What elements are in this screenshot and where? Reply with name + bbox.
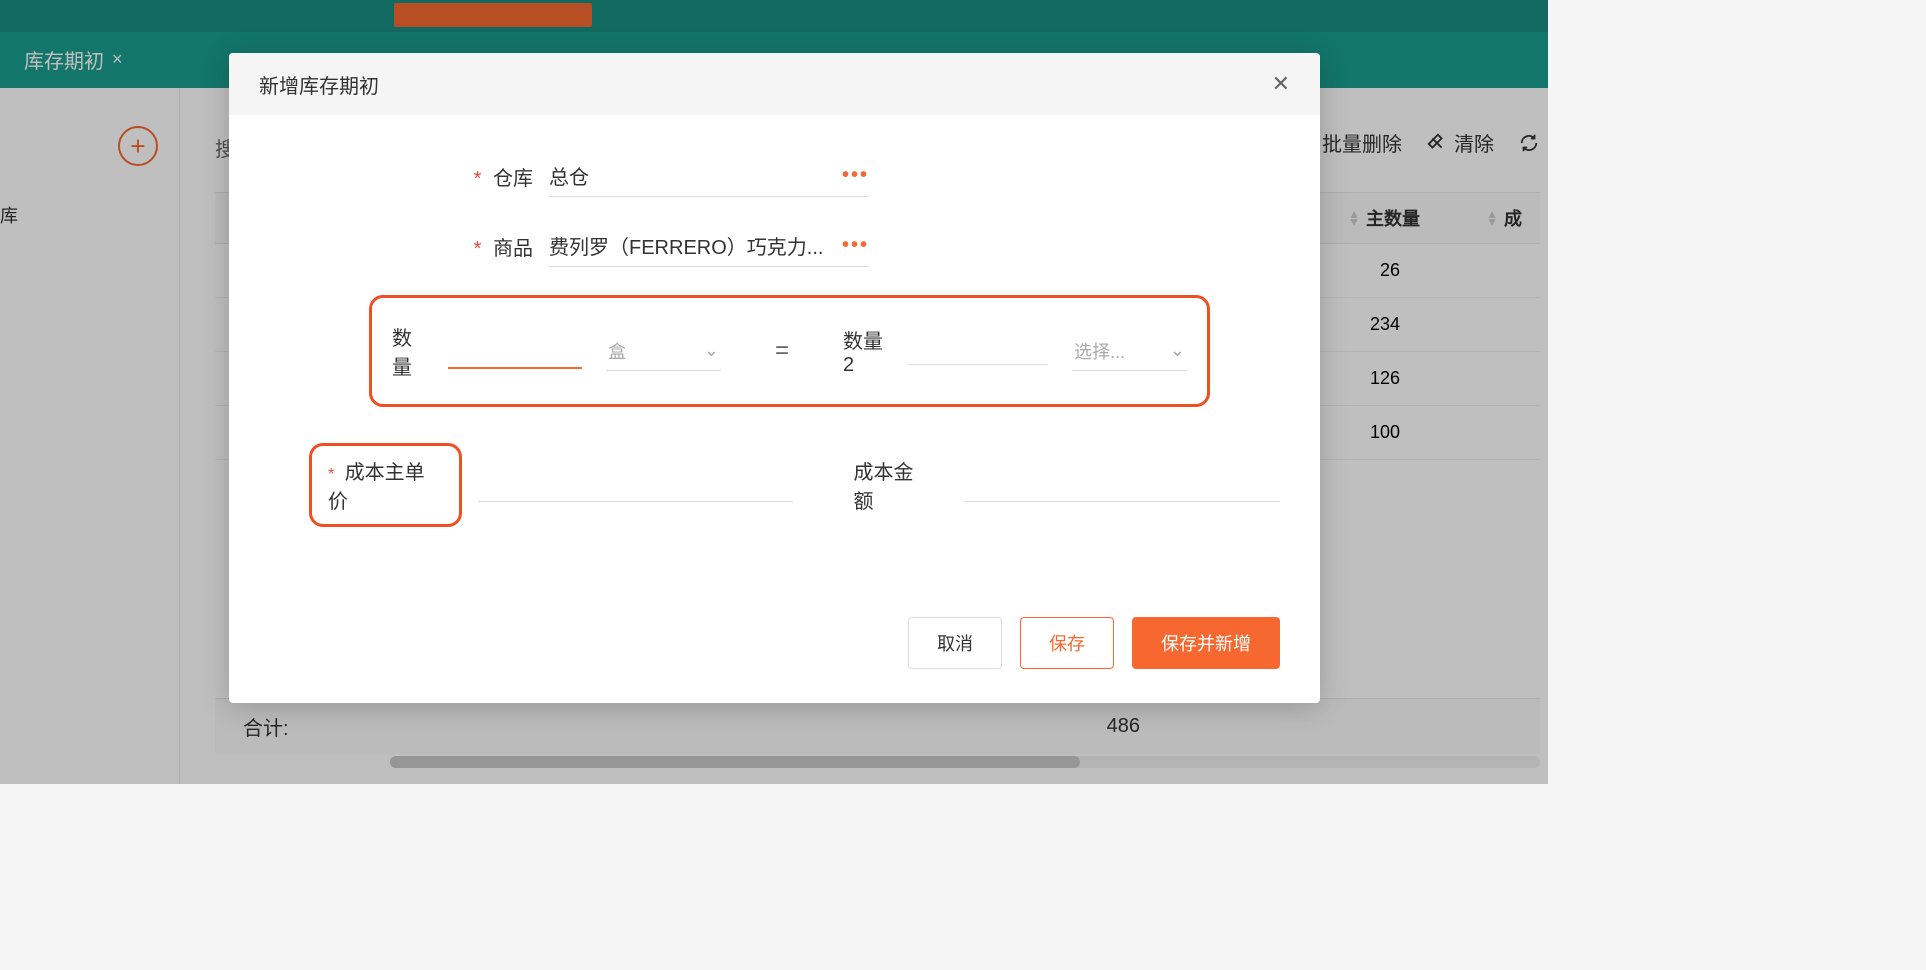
product-field[interactable]: 费列罗（FERRERO）巧克力... ••• (549, 225, 869, 267)
qty2-label: 数量2 (843, 325, 884, 377)
warehouse-label-text: 仓库 (493, 168, 533, 190)
ellipsis-icon[interactable]: ••• (842, 234, 869, 257)
cost-unit-label: 成本主单价 (328, 462, 425, 513)
qty2-input[interactable] (908, 337, 1048, 365)
qty-input[interactable] (448, 334, 582, 369)
warehouse-label: * 仓库 (379, 162, 549, 191)
cancel-button[interactable]: 取消 (908, 617, 1002, 669)
unit-value: 盒 (608, 338, 626, 364)
product-label: * 商品 (379, 232, 549, 261)
warehouse-field[interactable]: 总仓 ••• (549, 155, 869, 197)
unit2-placeholder: 选择... (1074, 338, 1125, 364)
save-button[interactable]: 保存 (1020, 617, 1114, 669)
product-label-text: 商品 (493, 238, 533, 260)
modal-header: 新增库存期初 ✕ (229, 53, 1320, 115)
product-value: 费列罗（FERRERO）巧克力... (549, 231, 842, 260)
unit2-select[interactable]: 选择... ⌄ (1072, 332, 1187, 371)
save-and-new-button[interactable]: 保存并新增 (1132, 617, 1280, 669)
close-icon[interactable]: ✕ (1272, 71, 1290, 97)
form-row-warehouse: * 仓库 总仓 ••• (269, 155, 1280, 197)
unit-select[interactable]: 盒 ⌄ (606, 332, 721, 371)
chevron-down-icon: ⌄ (1170, 340, 1185, 361)
modal-title: 新增库存期初 (259, 70, 379, 99)
required-mark: * (474, 238, 482, 260)
cost-amount-label: 成本金额 (853, 456, 948, 514)
modal-add-inventory: 新增库存期初 ✕ * 仓库 总仓 ••• * 商品 费列罗（FERRERO）巧克… (229, 53, 1320, 703)
required-mark: * (474, 168, 482, 190)
cost-unit-highlight-box: * 成本主单价 (309, 443, 462, 527)
quantity-highlight-box: 数量 盒 ⌄ = 数量2 选择... ⌄ (369, 295, 1210, 407)
form-row-product: * 商品 费列罗（FERRERO）巧克力... ••• (269, 225, 1280, 267)
qty-label: 数量 (392, 322, 424, 380)
modal-footer: 取消 保存 保存并新增 (229, 597, 1320, 703)
cost-unit-item: * 成本主单价 (309, 443, 793, 527)
modal-body: * 仓库 总仓 ••• * 商品 费列罗（FERRERO）巧克力... ••• … (229, 115, 1320, 597)
ellipsis-icon[interactable]: ••• (842, 164, 869, 187)
equals-sign: = (745, 337, 819, 365)
chevron-down-icon: ⌄ (704, 340, 719, 361)
cost-unit-input[interactable] (478, 468, 793, 502)
cost-row: * 成本主单价 成本金额 (269, 443, 1280, 527)
cost-amount-input[interactable] (964, 468, 1280, 502)
required-mark: * (328, 466, 334, 483)
cost-amount-item: 成本金额 (853, 456, 1280, 514)
warehouse-value: 总仓 (549, 161, 842, 190)
